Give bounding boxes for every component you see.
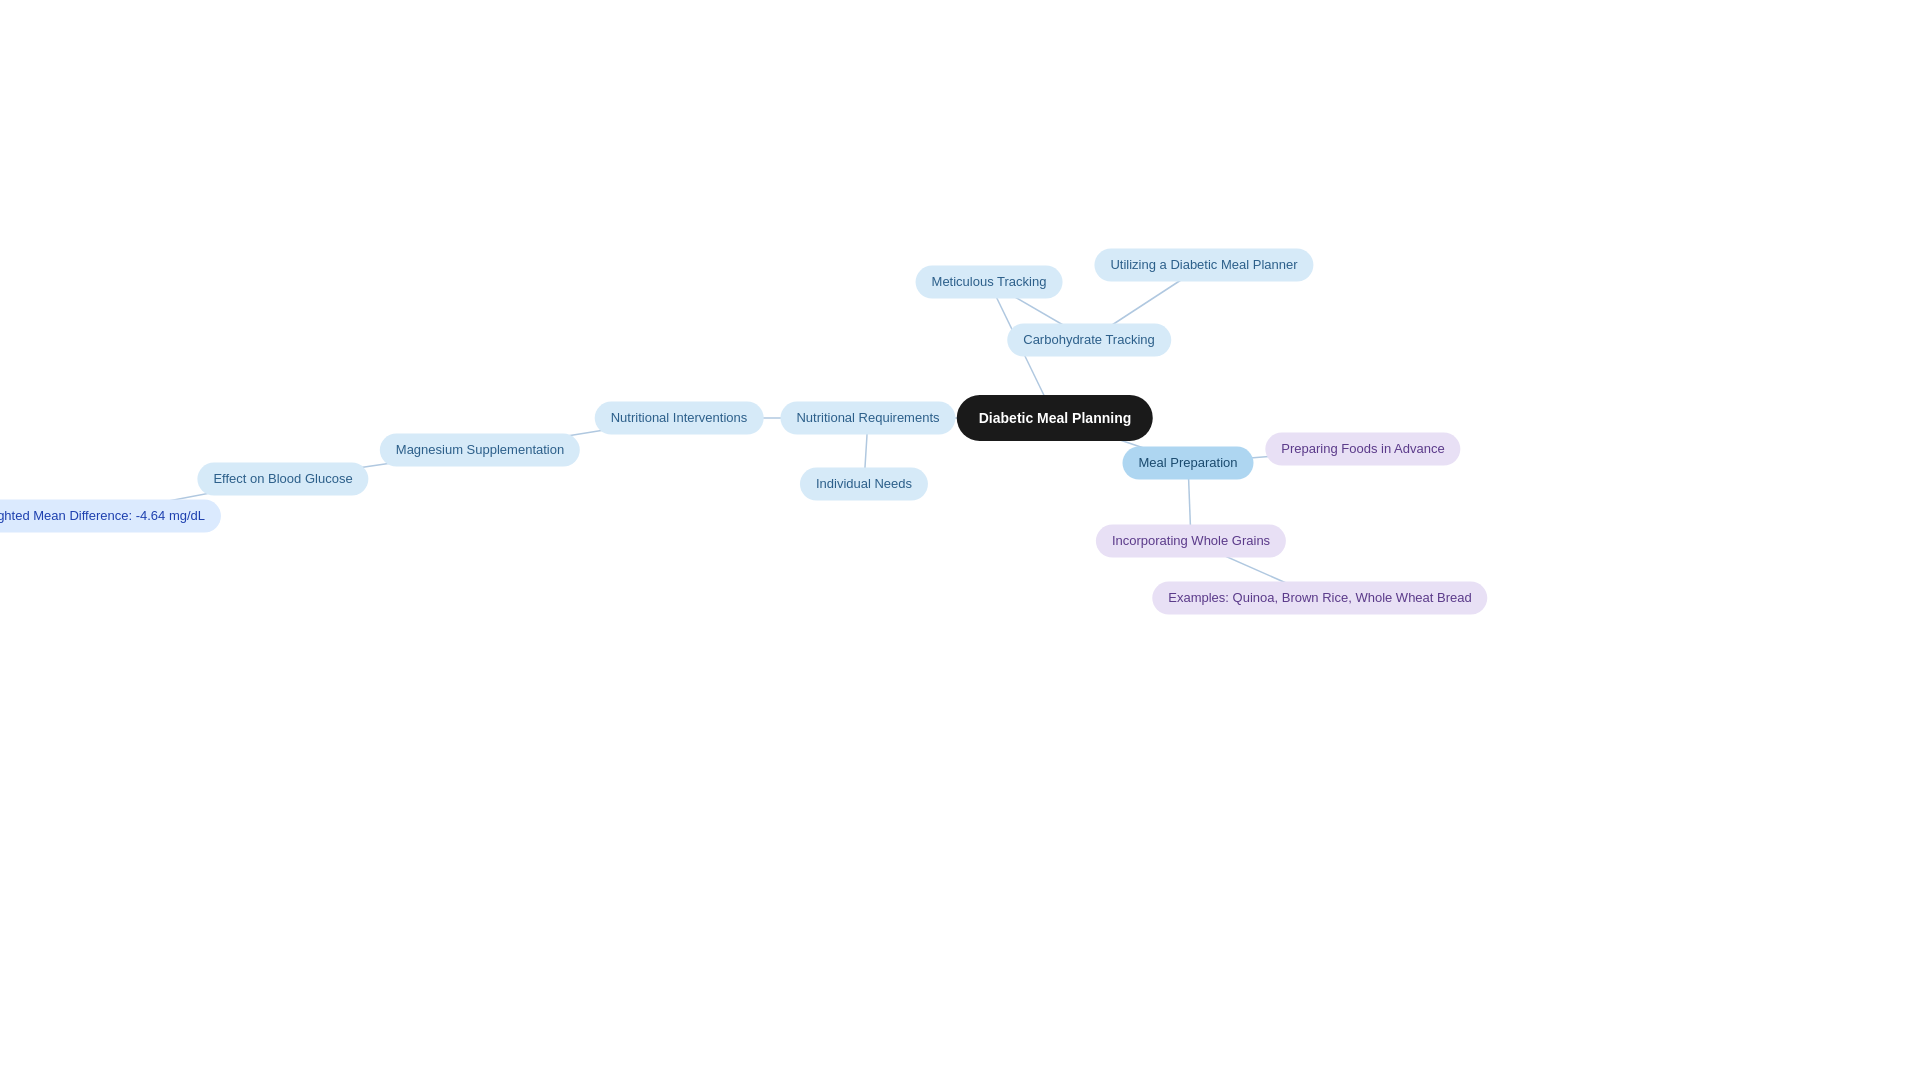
individual-needs[interactable]: Individual Needs [800, 468, 928, 501]
magnesium-supplementation[interactable]: Magnesium Supplementation [380, 434, 580, 467]
meticulous-tracking[interactable]: Meticulous Tracking [916, 266, 1063, 299]
examples-quinoa[interactable]: Examples: Quinoa, Brown Rice, Whole Whea… [1152, 582, 1487, 615]
center-node[interactable]: Diabetic Meal Planning [957, 395, 1153, 441]
connection-lines [0, 0, 1920, 1083]
carbohydrate-tracking[interactable]: Carbohydrate Tracking [1007, 324, 1171, 357]
meal-preparation[interactable]: Meal Preparation [1123, 447, 1254, 480]
weighted-mean-difference[interactable]: Weighted Mean Difference: -4.64 mg/dL [0, 500, 221, 533]
utilizing-diabetic-meal-planner[interactable]: Utilizing a Diabetic Meal Planner [1094, 249, 1313, 282]
incorporating-whole-grains[interactable]: Incorporating Whole Grains [1096, 525, 1286, 558]
effect-on-blood-glucose[interactable]: Effect on Blood Glucose [197, 463, 368, 496]
preparing-foods-in-advance[interactable]: Preparing Foods in Advance [1265, 433, 1460, 466]
nutritional-interventions[interactable]: Nutritional Interventions [595, 402, 764, 435]
nutritional-requirements[interactable]: Nutritional Requirements [780, 402, 955, 435]
